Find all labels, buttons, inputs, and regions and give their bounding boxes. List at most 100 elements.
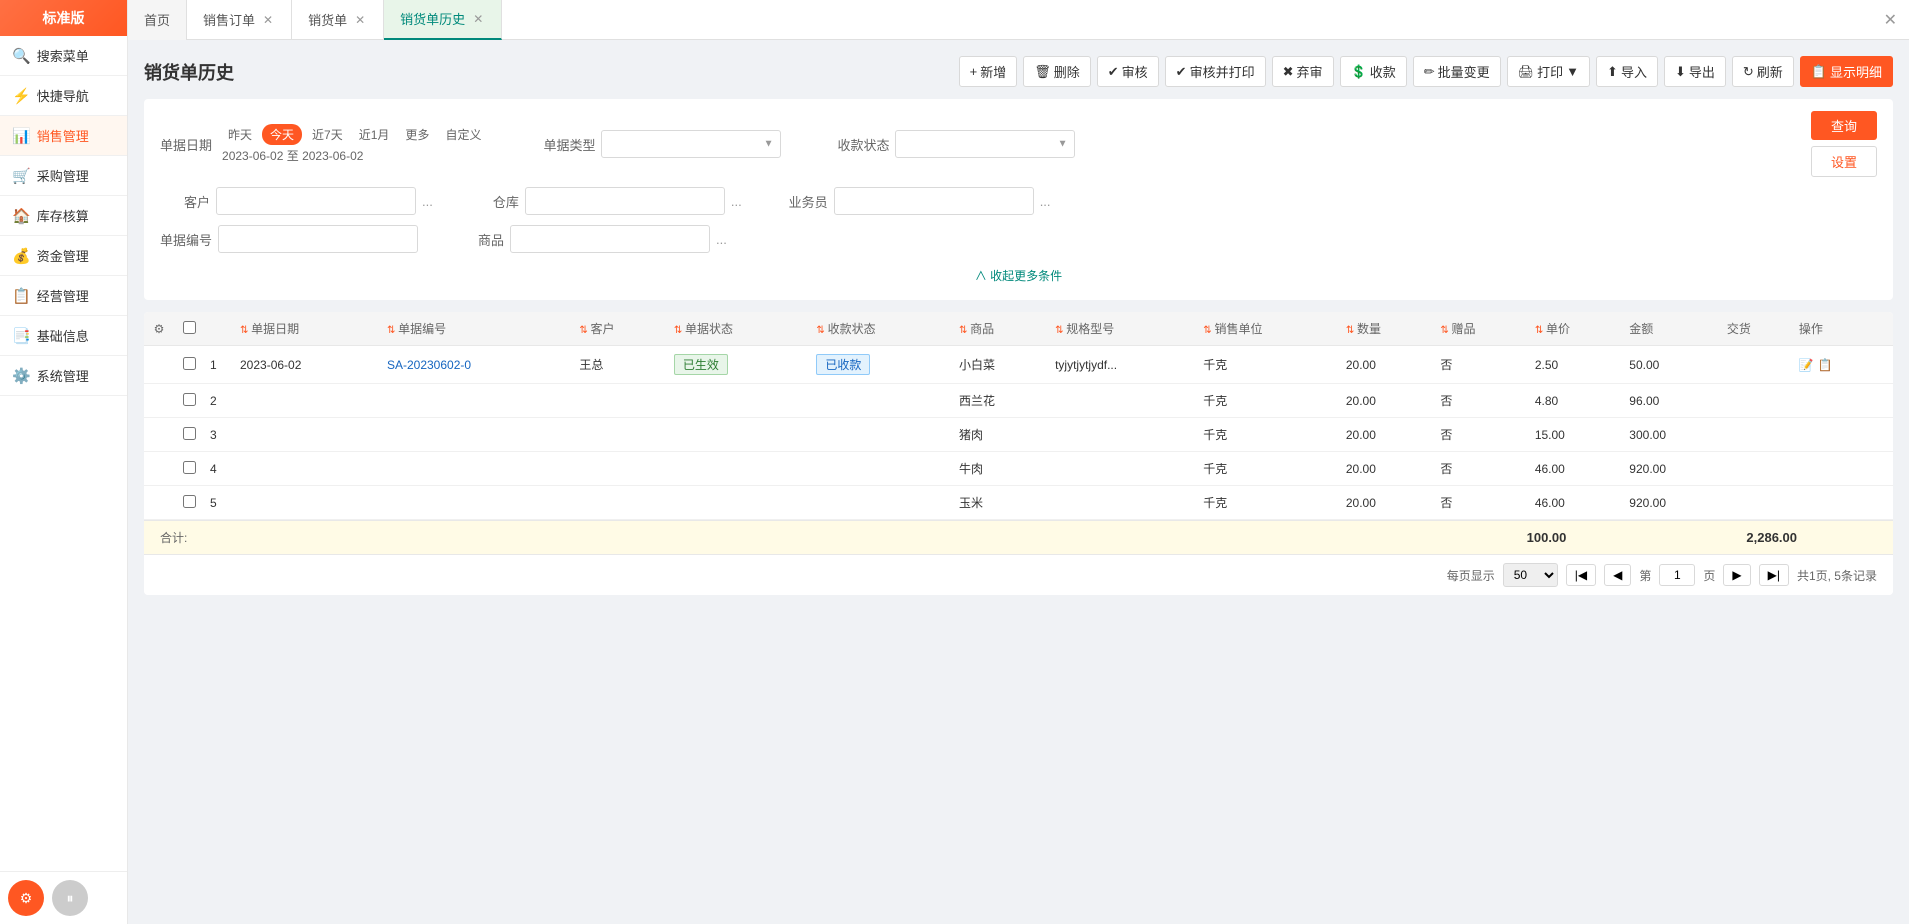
row-qty: 20.00 (1340, 452, 1434, 486)
shortcut-1month[interactable]: 近1月 (353, 124, 396, 145)
sidebar-item-inventory[interactable]: 🏠 库存核算 (0, 196, 127, 236)
sidebar-item-basic[interactable]: 📑 基础信息 (0, 316, 127, 356)
doctype-select[interactable] (601, 130, 781, 158)
refresh-icon: ↻ (1743, 64, 1754, 80)
btn-collect[interactable]: 💲收款 (1340, 56, 1407, 87)
customer-input[interactable] (216, 187, 416, 215)
btn-import[interactable]: ⬆导入 (1596, 56, 1658, 87)
shortcut-today[interactable]: 今天 (262, 124, 302, 145)
row-gear[interactable] (144, 452, 174, 486)
row-checkbox[interactable] (183, 357, 196, 370)
row-product: 玉米 (953, 486, 1049, 520)
row-checkbox[interactable] (183, 427, 196, 440)
per-page-select[interactable]: 50 100 200 (1503, 563, 1558, 587)
price-col-header[interactable]: 单价 (1529, 312, 1623, 346)
btn-batch-change[interactable]: ✏批量变更 (1413, 56, 1501, 87)
row-checkbox[interactable] (183, 393, 196, 406)
page-header: 销货单历史 +新增 🗑删除 ✔审核 ✔审核并打印 ✖弃审 💲收款 ✏批量变更 🖨… (144, 56, 1893, 87)
product-label: 商品 (454, 230, 504, 249)
tab-sales-history-close[interactable]: ✕ (471, 11, 485, 27)
page-prev-button[interactable]: ◀ (1604, 564, 1631, 586)
setting-button[interactable]: 设置 (1811, 146, 1877, 177)
row-gear[interactable] (144, 346, 174, 384)
customer-more-icon[interactable]: ... (422, 194, 433, 209)
spec-col-header[interactable]: 规格型号 (1049, 312, 1197, 346)
page-next-button[interactable]: ▶ (1723, 564, 1750, 586)
btn-refresh[interactable]: ↻刷新 (1732, 56, 1794, 87)
docstatus-col-header[interactable]: 单据状态 (668, 312, 811, 346)
btn-print[interactable]: 🖨打印▼ (1507, 56, 1590, 87)
qty-col-header[interactable]: 数量 (1340, 312, 1434, 346)
customer-col-header[interactable]: 客户 (573, 312, 667, 346)
btn-approve[interactable]: ✔审核 (1097, 56, 1159, 87)
row-spec (1049, 384, 1197, 418)
tab-home[interactable]: 首页 (128, 0, 187, 40)
warehouse-more-icon[interactable]: ... (731, 194, 742, 209)
btn-export[interactable]: ⬇导出 (1664, 56, 1726, 87)
shortcut-custom[interactable]: 自定义 (439, 124, 487, 145)
date-col-header[interactable]: 单据日期 (234, 312, 381, 346)
shortcut-more[interactable]: 更多 (399, 124, 435, 145)
row-spec (1049, 418, 1197, 452)
row-checkbox-cell[interactable] (174, 486, 204, 520)
sidebar-item-purchase[interactable]: 🛒 采购管理 (0, 156, 127, 196)
shortcut-yesterday[interactable]: 昨天 (222, 124, 258, 145)
warehouse-input[interactable] (525, 187, 725, 215)
row-action-button[interactable]: 📝 (1799, 358, 1814, 372)
checkbox-col-header[interactable] (174, 312, 204, 346)
row-gear[interactable] (144, 384, 174, 418)
row-gear[interactable] (144, 486, 174, 520)
row-pay-status (810, 452, 953, 486)
row-action-button[interactable]: 📋 (1818, 358, 1833, 372)
btn-unapprove[interactable]: ✖弃审 (1272, 56, 1334, 87)
sidebar-pause-button[interactable]: ⏸ (52, 880, 88, 916)
select-all-checkbox[interactable] (183, 321, 196, 334)
row-checkbox[interactable] (183, 495, 196, 508)
shortcut-7days[interactable]: 近7天 (306, 124, 349, 145)
collapse-button[interactable]: ∧ 收起更多条件 (160, 263, 1877, 288)
btn-delete[interactable]: 🗑删除 (1023, 56, 1091, 87)
docno-input[interactable] (218, 225, 418, 253)
sidebar-item-quick[interactable]: ⚡ 快捷导航 (0, 76, 127, 116)
paystatus-col-header[interactable]: 收款状态 (810, 312, 953, 346)
paystatus-select[interactable] (895, 130, 1075, 158)
window-close-button[interactable]: ✕ (1884, 10, 1909, 30)
tab-sales-goods-close[interactable]: ✕ (353, 12, 367, 28)
page-prefix-label: 第 (1639, 567, 1651, 584)
row-checkbox[interactable] (183, 461, 196, 474)
tab-sales-order-close[interactable]: ✕ (261, 12, 275, 28)
no-col-header[interactable]: 单据编号 (381, 312, 573, 346)
tab-sales-order[interactable]: 销售订单 ✕ (187, 0, 292, 40)
product-input[interactable] (510, 225, 710, 253)
page-first-button[interactable]: |◀ (1566, 564, 1596, 586)
row-checkbox-cell[interactable] (174, 346, 204, 384)
page-last-button[interactable]: ▶| (1759, 564, 1789, 586)
tab-sales-history[interactable]: 销货单历史 ✕ (384, 0, 502, 40)
row-checkbox-cell[interactable] (174, 384, 204, 418)
sidebar-gear-button[interactable]: ⚙ (8, 880, 44, 916)
page-input[interactable] (1659, 564, 1695, 586)
row-checkbox-cell[interactable] (174, 452, 204, 486)
unit-col-header[interactable]: 销售单位 (1197, 312, 1340, 346)
row-checkbox-cell[interactable] (174, 418, 204, 452)
salesperson-input[interactable] (834, 187, 1034, 215)
row-spec (1049, 486, 1197, 520)
date-shortcuts: 昨天 今天 近7天 近1月 更多 自定义 2023-06-02 至 2023-0… (218, 124, 487, 164)
salesperson-more-icon[interactable]: ... (1040, 194, 1051, 209)
btn-show-detail[interactable]: 📋显示明细 (1800, 56, 1893, 87)
search-button[interactable]: 查询 (1811, 111, 1877, 140)
sidebar-item-finance[interactable]: 💰 资金管理 (0, 236, 127, 276)
btn-approve-print[interactable]: ✔审核并打印 (1165, 56, 1266, 87)
sidebar-item-system[interactable]: ⚙️ 系统管理 (0, 356, 127, 396)
tab-sales-goods[interactable]: 销货单 ✕ (292, 0, 384, 40)
sidebar-item-operation[interactable]: 📋 经营管理 (0, 276, 127, 316)
row-gear[interactable] (144, 418, 174, 452)
product-col-header[interactable]: 商品 (953, 312, 1049, 346)
sidebar-item-search[interactable]: 🔍 搜索菜单 (0, 36, 127, 76)
btn-add[interactable]: +新增 (959, 56, 1018, 87)
sidebar-item-sales[interactable]: 📊 销售管理 (0, 116, 127, 156)
product-more-icon[interactable]: ... (716, 232, 727, 247)
gift-col-header[interactable]: 赠品 (1434, 312, 1528, 346)
row-qty: 20.00 (1340, 486, 1434, 520)
gear-col-header[interactable]: ⚙ (144, 312, 174, 346)
